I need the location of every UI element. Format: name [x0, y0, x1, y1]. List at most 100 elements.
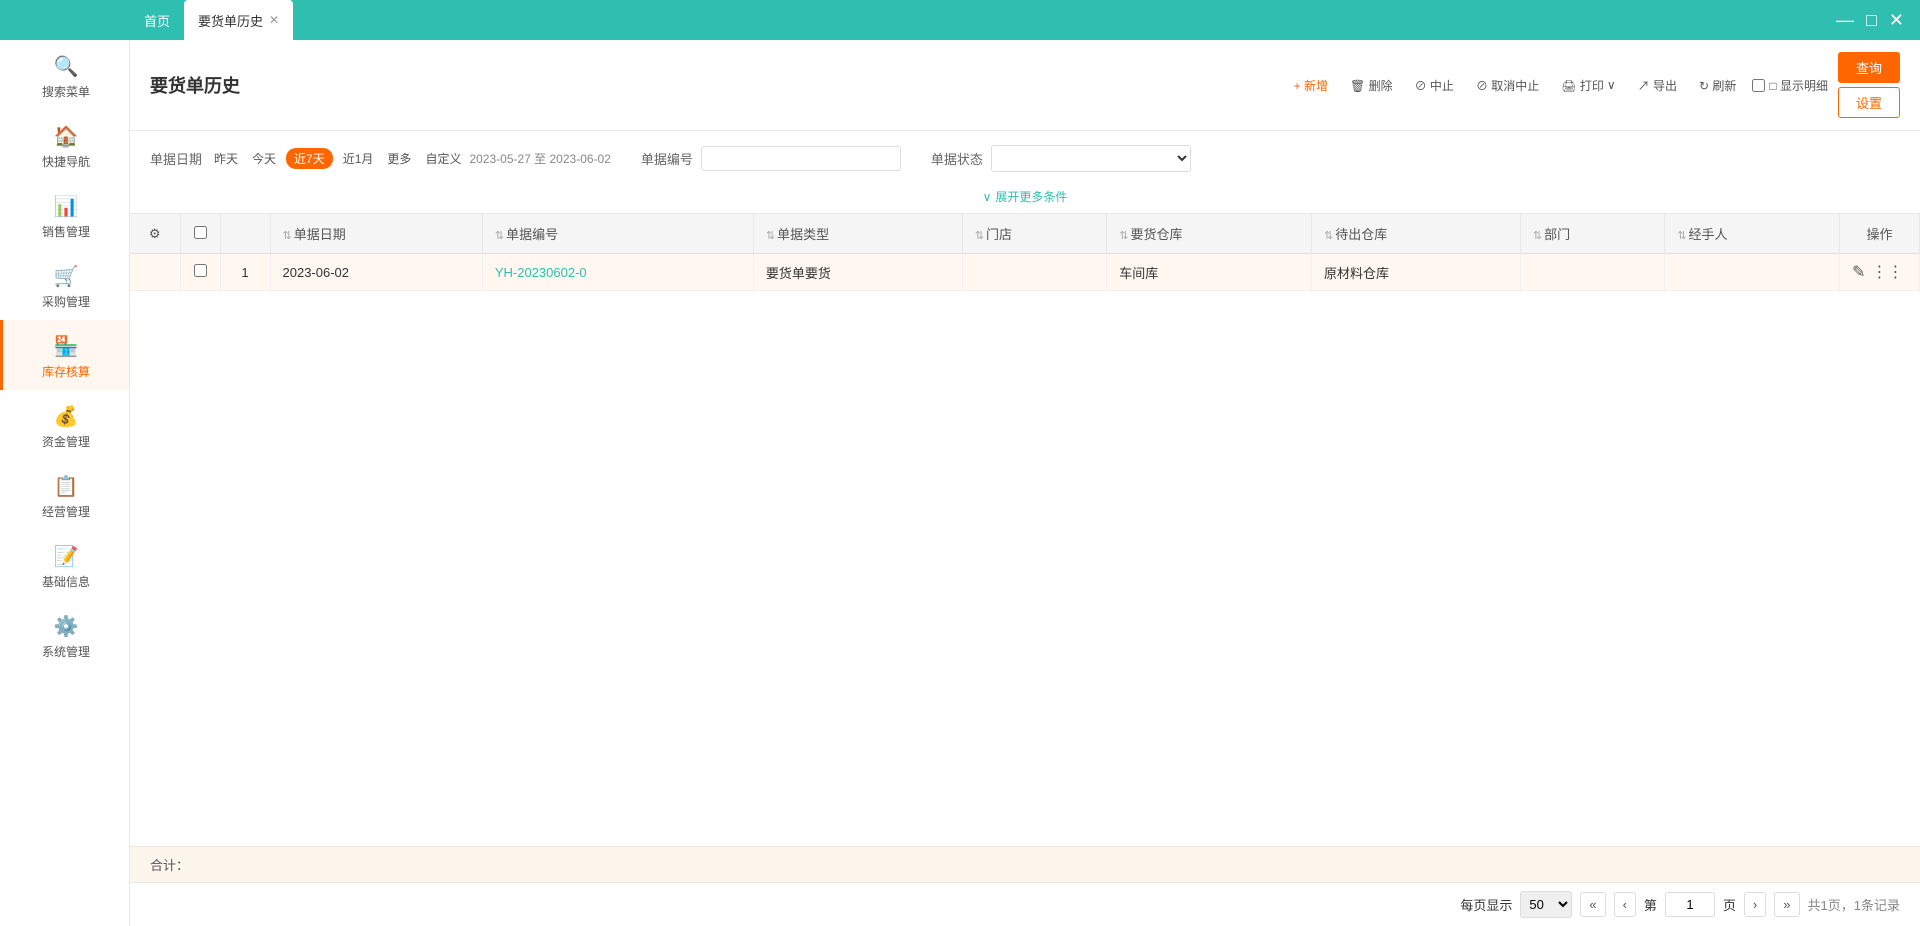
- sidebar-item-operations[interactable]: 📋 经营管理: [0, 460, 129, 530]
- col-settings[interactable]: ⚙: [130, 214, 180, 254]
- inventory-icon: 🏪: [54, 334, 79, 359]
- delete-button[interactable]: 🗑 删除: [1344, 73, 1399, 98]
- sidebar-item-inventory[interactable]: 🏪 库存核算: [0, 320, 129, 390]
- minimize-icon[interactable]: —: [1836, 10, 1854, 31]
- row-more-icon[interactable]: ⋮⋮: [1871, 262, 1903, 282]
- settings-button[interactable]: 设置: [1838, 87, 1900, 118]
- date-opt-today[interactable]: 今天: [248, 148, 280, 169]
- col-num: [220, 214, 270, 254]
- cancel-stop-button[interactable]: ⊘ 取消中止: [1470, 73, 1545, 98]
- refresh-button[interactable]: ↻ 刷新: [1693, 73, 1742, 98]
- tab-close-icon[interactable]: ✕: [269, 13, 279, 27]
- operations-icon: 📋: [54, 474, 79, 499]
- table-container: ⚙ 单据日期 单据编号 单据类型 门店 要货仓库 待出仓库 部门 经手人 操: [130, 214, 1920, 846]
- tab-home[interactable]: 首页: [130, 0, 184, 40]
- row-department: [1520, 254, 1664, 291]
- col-handler[interactable]: 经手人: [1665, 214, 1840, 254]
- page-label: 第: [1644, 895, 1657, 914]
- sidebar-item-quick-nav[interactable]: 🏠 快捷导航: [0, 110, 129, 180]
- display-detail-toggle[interactable]: □ 显示明细: [1752, 77, 1828, 94]
- date-opt-custom[interactable]: 自定义: [421, 148, 465, 169]
- orders-table: ⚙ 单据日期 单据编号 单据类型 门店 要货仓库 待出仓库 部门 经手人 操: [130, 214, 1920, 291]
- query-button[interactable]: 查询: [1838, 52, 1900, 83]
- date-filter-label: 单据日期: [150, 149, 202, 168]
- status-filter-select[interactable]: [991, 145, 1191, 172]
- stop-button-label: ⊘ 中止: [1415, 77, 1454, 94]
- sidebar-item-sales[interactable]: 📊 销售管理: [0, 180, 129, 250]
- row-num: 1: [220, 254, 270, 291]
- row-doc-number: YH-20230602-0: [482, 254, 753, 291]
- page-header: 要货单历史 + 新增 🗑 删除 ⊘ 中止 ⊘ 取消中止 🖨 打印 ∨: [130, 40, 1920, 131]
- row-doc-type: 要货单要货: [753, 254, 962, 291]
- col-checkbox: [180, 214, 220, 254]
- row-req-warehouse: 车间库: [1107, 254, 1312, 291]
- row-handler: [1665, 254, 1840, 291]
- prev-page-button[interactable]: ‹: [1614, 892, 1636, 917]
- table-header-row: ⚙ 单据日期 单据编号 单据类型 门店 要货仓库 待出仓库 部门 经手人 操: [130, 214, 1920, 254]
- sidebar-item-finance[interactable]: 💰 资金管理: [0, 390, 129, 460]
- doc-number-link[interactable]: YH-20230602-0: [495, 265, 587, 280]
- col-department[interactable]: 部门: [1520, 214, 1664, 254]
- stop-button[interactable]: ⊘ 中止: [1409, 73, 1460, 98]
- row-doc-date: 2023-06-02: [270, 254, 482, 291]
- status-filter-label: 单据状态: [931, 149, 983, 168]
- sidebar-item-basic-info[interactable]: 📝 基础信息: [0, 530, 129, 600]
- last-page-button[interactable]: »: [1774, 892, 1799, 917]
- col-pending-warehouse[interactable]: 待出仓库: [1312, 214, 1521, 254]
- print-button[interactable]: 🖨 打印 ∨: [1555, 73, 1621, 98]
- display-detail-checkbox[interactable]: [1752, 79, 1765, 92]
- new-button[interactable]: + 新增: [1288, 73, 1334, 98]
- cancel-stop-button-label: ⊘ 取消中止: [1476, 77, 1539, 94]
- export-button[interactable]: ↗ 导出: [1632, 73, 1683, 98]
- page-input[interactable]: [1665, 892, 1715, 917]
- export-button-label: ↗ 导出: [1638, 77, 1677, 94]
- page-info: 共1页，1条记录: [1808, 895, 1900, 914]
- sales-icon: 📊: [54, 194, 79, 219]
- row-pending-warehouse: 原材料仓库: [1312, 254, 1521, 291]
- table-footer: 合计：: [130, 846, 1920, 882]
- date-opt-more[interactable]: 更多: [383, 148, 415, 169]
- sidebar-item-operations-label: 经营管理: [42, 503, 90, 520]
- row-checkbox[interactable]: [194, 264, 207, 277]
- doc-number-input[interactable]: [701, 146, 901, 171]
- print-dropdown-icon: ∨: [1607, 78, 1616, 92]
- page-title: 要货单历史: [150, 72, 240, 98]
- select-all-checkbox[interactable]: [194, 226, 207, 239]
- tab-order-history[interactable]: 要货单历史 ✕: [184, 0, 293, 40]
- sidebar-item-system-label: 系统管理: [42, 643, 90, 660]
- print-button-label: 🖨 打印: [1561, 77, 1604, 94]
- system-icon: ⚙️: [54, 614, 79, 639]
- search-menu-icon: 🔍: [54, 54, 79, 79]
- expand-more-icon: ∨: [983, 190, 992, 204]
- page-size-label: 每页显示: [1460, 895, 1512, 914]
- sidebar-item-search-menu[interactable]: 🔍 搜索菜单: [0, 40, 129, 110]
- row-edit-icon[interactable]: ✎: [1852, 262, 1865, 282]
- purchase-icon: 🛒: [54, 264, 79, 289]
- col-actions: 操作: [1840, 214, 1920, 254]
- first-page-button[interactable]: «: [1580, 892, 1605, 917]
- sidebar-item-finance-label: 资金管理: [42, 433, 90, 450]
- col-req-warehouse[interactable]: 要货仓库: [1107, 214, 1312, 254]
- quick-nav-icon: 🏠: [54, 124, 79, 149]
- sidebar-item-system[interactable]: ⚙️ 系统管理: [0, 600, 129, 670]
- expand-more-button[interactable]: ∨ 展开更多条件: [150, 182, 1900, 213]
- page-of-label: 页: [1723, 895, 1736, 914]
- date-opt-last-month[interactable]: 近1月: [339, 148, 378, 169]
- filter-row-1: 单据日期 昨天 今天 近7天 近1月 更多 自定义 2023-05-27 至 2…: [150, 145, 1900, 172]
- col-store[interactable]: 门店: [962, 214, 1106, 254]
- row-actions: ✎ ⋮⋮: [1852, 262, 1907, 282]
- layout: 🔍 搜索菜单 🏠 快捷导航 📊 销售管理 🛒 采购管理 🏪 库存核算 💰 资金管…: [0, 40, 1920, 926]
- restore-icon[interactable]: □: [1866, 10, 1877, 31]
- col-doc-number[interactable]: 单据编号: [482, 214, 753, 254]
- row-store: [962, 254, 1106, 291]
- refresh-button-label: ↻ 刷新: [1699, 77, 1736, 94]
- col-doc-date[interactable]: 单据日期: [270, 214, 482, 254]
- date-opt-last7days[interactable]: 近7天: [286, 148, 333, 169]
- delete-button-label: 🗑 删除: [1350, 77, 1393, 94]
- col-doc-type[interactable]: 单据类型: [753, 214, 962, 254]
- close-icon[interactable]: ✕: [1889, 10, 1904, 31]
- next-page-button[interactable]: ›: [1744, 892, 1766, 917]
- page-size-select[interactable]: 50 20 100: [1520, 891, 1572, 918]
- sidebar-item-purchase[interactable]: 🛒 采购管理: [0, 250, 129, 320]
- date-opt-yesterday[interactable]: 昨天: [210, 148, 242, 169]
